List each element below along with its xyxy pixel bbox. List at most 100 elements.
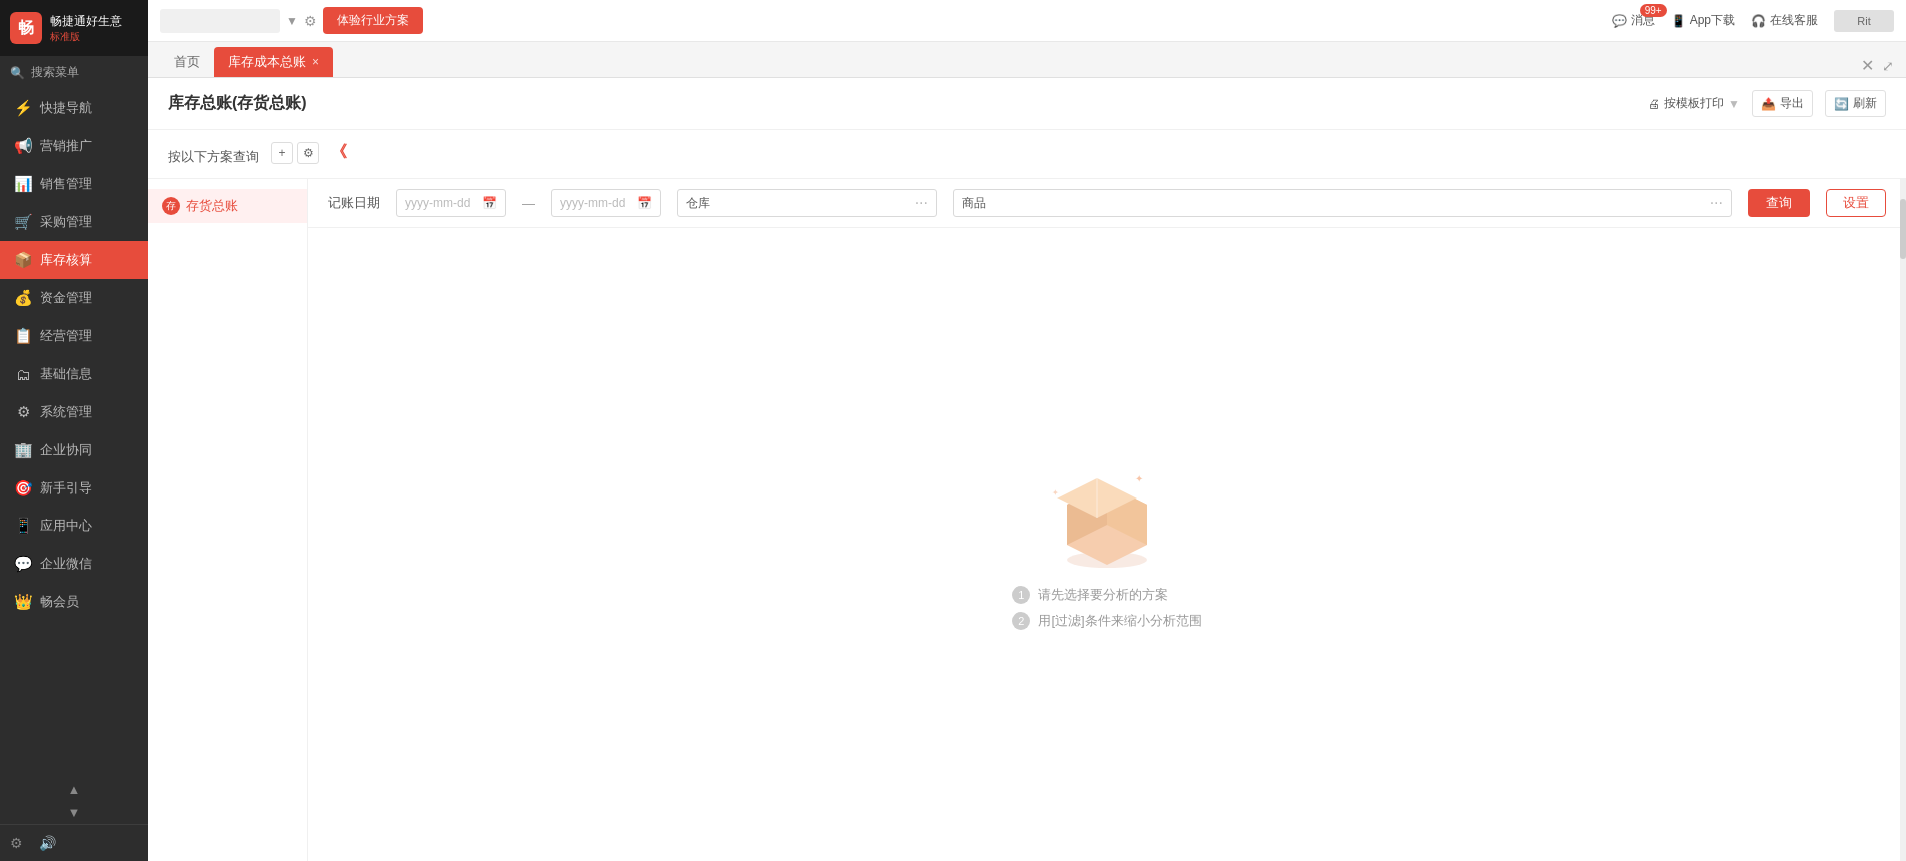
export-button[interactable]: 📤 导出: [1752, 90, 1813, 117]
refresh-icon: 🔄: [1834, 97, 1849, 111]
warehouse-select[interactable]: 仓库 ···: [677, 189, 937, 217]
newbie-icon: 🎯: [14, 479, 32, 497]
sidebar-item-system[interactable]: ⚙ 系统管理: [0, 393, 148, 431]
empty-state-area: ✦ ✦ 1 请先选择要分析的方案 2 用[过滤]条件来缩小分析范围: [308, 228, 1906, 861]
sidebar-item-operation[interactable]: 📋 经营管理: [0, 317, 148, 355]
basic-icon: 🗂: [14, 366, 32, 383]
top-header: ▼ ⚙ 体验行业方案 💬 消息 99+ 📱 App下载 🎧 在线客服 Rit: [148, 0, 1906, 42]
printer-icon: 🖨: [1648, 97, 1660, 111]
scheme-item-inventory[interactable]: 存 存货总账: [148, 189, 307, 223]
filter-settings-button[interactable]: ⚙: [297, 142, 319, 164]
header-gear-icon[interactable]: ⚙: [304, 13, 317, 29]
quick-nav-label: 快捷导航: [40, 99, 92, 117]
sidebar-item-inventory[interactable]: 📦 库存核算: [0, 241, 148, 279]
sidebar-footer: ⚙ 🔊: [0, 824, 148, 861]
date-end-input[interactable]: yyyy-mm-dd 📅: [551, 189, 661, 217]
print-button[interactable]: 🖨 按模板打印 ▼: [1648, 95, 1740, 112]
tab-close-icon[interactable]: ×: [312, 55, 319, 69]
main-content: ▼ ⚙ 体验行业方案 💬 消息 99+ 📱 App下载 🎧 在线客服 Rit: [148, 0, 1906, 861]
messages-item[interactable]: 💬 消息 99+: [1612, 12, 1655, 29]
logo-icon: 畅: [10, 12, 42, 44]
online-service-item[interactable]: 🎧 在线客服: [1751, 12, 1818, 29]
corp-label: 企业协同: [40, 441, 92, 459]
wechat-label: 企业微信: [40, 555, 92, 573]
date-separator: —: [522, 196, 535, 211]
settings-button[interactable]: 设置: [1826, 189, 1886, 217]
speaker-footer-icon[interactable]: 🔊: [39, 835, 56, 851]
scheme-item-label: 存货总账: [186, 197, 238, 215]
search-icon: 🔍: [10, 66, 25, 80]
trial-industry-button[interactable]: 体验行业方案: [323, 7, 423, 34]
sidebar-scroll-up[interactable]: ▲: [0, 778, 148, 801]
sidebar-item-purchase[interactable]: 🛒 采购管理: [0, 203, 148, 241]
refresh-label: 刷新: [1853, 95, 1877, 112]
sidebar-item-basic[interactable]: 🗂 基础信息: [0, 355, 148, 393]
refresh-button[interactable]: 🔄 刷新: [1825, 90, 1886, 117]
product-more-icon[interactable]: ···: [1710, 195, 1723, 211]
right-scrollbar[interactable]: [1900, 179, 1906, 861]
product-label: 商品: [962, 195, 986, 212]
app-name: 畅捷通好生意: [50, 13, 122, 30]
sidebar-item-marketing[interactable]: 📢 营销推广: [0, 127, 148, 165]
expand-panel-button[interactable]: ⤢: [1882, 58, 1894, 74]
sidebar-item-sales[interactable]: 📊 销售管理: [0, 165, 148, 203]
calendar-start-icon[interactable]: 📅: [482, 196, 497, 210]
scheme-icon: 存: [162, 197, 180, 215]
app-download-item[interactable]: 📱 App下载: [1671, 12, 1735, 29]
export-label: 导出: [1780, 95, 1804, 112]
right-area: 记账日期 yyyy-mm-dd 📅 — yyyy-mm-dd 📅 仓库 ···: [308, 179, 1906, 861]
scrollbar-thumb: [1900, 199, 1906, 259]
system-label: 系统管理: [40, 403, 92, 421]
operation-label: 经营管理: [40, 327, 92, 345]
sidebar-scroll-down[interactable]: ▼: [0, 801, 148, 824]
filter-add-button[interactable]: +: [271, 142, 293, 164]
search-menu[interactable]: 🔍 搜索菜单: [0, 56, 148, 89]
empty-hints: 1 请先选择要分析的方案 2 用[过滤]条件来缩小分析范围: [1012, 586, 1201, 630]
calendar-end-icon[interactable]: 📅: [637, 196, 652, 210]
export-icon: 📤: [1761, 97, 1776, 111]
wechat-icon: 💬: [14, 555, 32, 573]
sidebar-item-newbie[interactable]: 🎯 新手引导: [0, 469, 148, 507]
left-panel: 存 存货总账: [148, 179, 308, 861]
member-label: 畅会员: [40, 593, 79, 611]
sidebar-item-wechat[interactable]: 💬 企业微信: [0, 545, 148, 583]
header-dropdown-btn[interactable]: ▼: [286, 14, 298, 28]
logo-text-area: 畅捷通好生意 标准版: [50, 13, 122, 44]
print-dropdown-icon[interactable]: ▼: [1728, 97, 1740, 111]
sidebar-item-quick-nav[interactable]: ⚡ 快捷导航: [0, 89, 148, 127]
page-header: 库存总账(存货总账) 🖨 按模板打印 ▼ 📤 导出 🔄 刷新: [148, 78, 1906, 130]
headset-icon: 🎧: [1751, 14, 1766, 28]
operation-icon: 📋: [14, 327, 32, 345]
finance-icon: 💰: [14, 289, 32, 307]
hint-num-2: 2: [1012, 612, 1030, 630]
sidebar: 畅 畅捷通好生意 标准版 🔍 搜索菜单 ⚡ 快捷导航 📢 营销推广 📊 销售管理…: [0, 0, 148, 861]
sidebar-item-finance[interactable]: 💰 资金管理: [0, 279, 148, 317]
warehouse-label: 仓库: [686, 195, 710, 212]
warehouse-more-icon[interactable]: ···: [915, 195, 928, 211]
inventory-icon: 📦: [14, 251, 32, 269]
app-download-label: App下载: [1690, 12, 1735, 29]
online-service-label: 在线客服: [1770, 12, 1818, 29]
query-button[interactable]: 查询: [1748, 189, 1810, 217]
tab-home-label: 首页: [174, 53, 200, 71]
header-breadcrumb-placeholder: [160, 9, 280, 33]
filter-collapse-button[interactable]: 《: [331, 142, 347, 163]
sidebar-item-member[interactable]: 👑 畅会员: [0, 583, 148, 621]
tab-home[interactable]: 首页: [160, 47, 214, 77]
date-end-placeholder: yyyy-mm-dd: [560, 196, 625, 210]
settings-footer-icon[interactable]: ⚙: [10, 835, 23, 851]
page-title: 库存总账(存货总账): [168, 93, 307, 114]
member-icon: 👑: [14, 593, 32, 611]
marketing-label: 营销推广: [40, 137, 92, 155]
purchase-icon: 🛒: [14, 213, 32, 231]
message-icon: 💬: [1612, 14, 1627, 28]
sidebar-item-corp[interactable]: 🏢 企业协同: [0, 431, 148, 469]
close-panel-button[interactable]: ✕: [1861, 56, 1874, 75]
product-select[interactable]: 商品 ···: [953, 189, 1732, 217]
date-start-input[interactable]: yyyy-mm-dd 📅: [396, 189, 506, 217]
header-nav-area: ▼ ⚙ 体验行业方案: [160, 7, 1604, 34]
user-avatar[interactable]: Rit: [1834, 10, 1894, 32]
tab-inventory-ledger[interactable]: 库存成本总账 ×: [214, 47, 333, 77]
sidebar-item-appcenter[interactable]: 📱 应用中心: [0, 507, 148, 545]
app-badge: 标准版: [50, 30, 122, 44]
